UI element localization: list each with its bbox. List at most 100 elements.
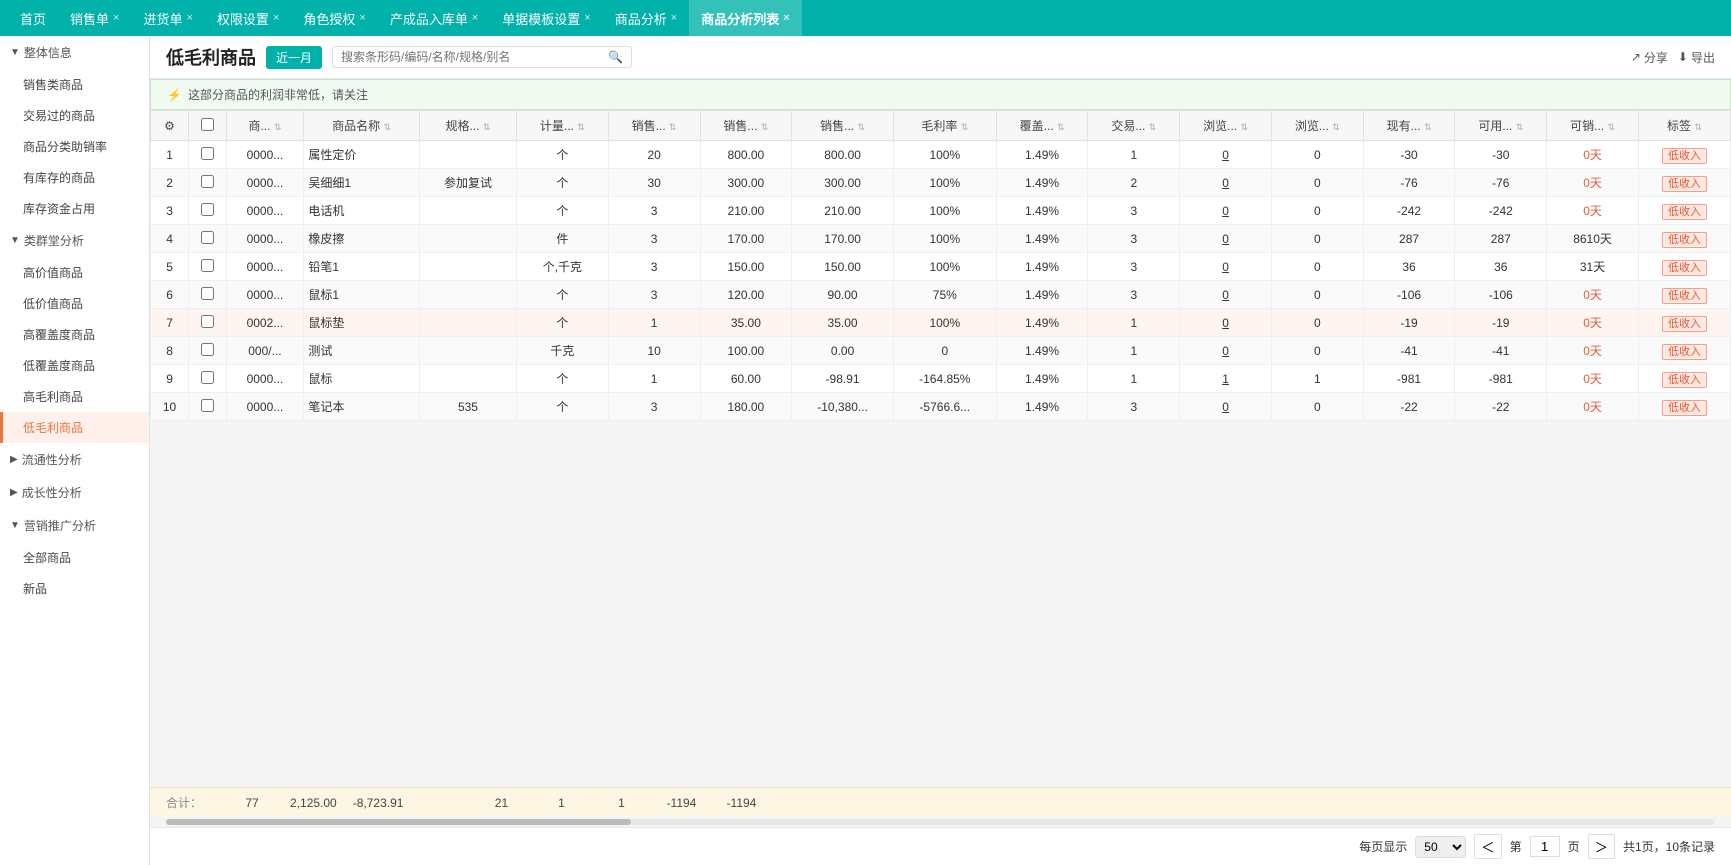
row-select-checkbox[interactable] bbox=[201, 371, 214, 384]
table-row[interactable]: 9 0000... 鼠标 个 1 60.00 -98.91 -164.85% 1… bbox=[151, 365, 1731, 393]
row-checkbox[interactable] bbox=[189, 169, 226, 197]
row-checkbox[interactable] bbox=[189, 281, 226, 309]
row-select-checkbox[interactable] bbox=[201, 315, 214, 328]
row-select-checkbox[interactable] bbox=[201, 259, 214, 272]
col-sales-price[interactable]: 销售... ⇅ bbox=[700, 111, 792, 141]
nav-permissions[interactable]: 权限设置 × bbox=[205, 0, 291, 36]
export-button[interactable]: ⬇ 导出 bbox=[1678, 49, 1715, 66]
col-tag[interactable]: 标签 ⇅ bbox=[1638, 111, 1730, 141]
nav-purchase[interactable]: 进货单 × bbox=[131, 0, 204, 36]
row-select-checkbox[interactable] bbox=[201, 343, 214, 356]
horizontal-scrollbar[interactable] bbox=[166, 819, 1715, 825]
table-row[interactable]: 10 0000... 笔记本 535 个 3 180.00 -10,380...… bbox=[151, 393, 1731, 421]
close-icon[interactable]: × bbox=[584, 12, 590, 24]
nav-product-analysis[interactable]: 商品分析 × bbox=[603, 0, 689, 36]
row-select-checkbox[interactable] bbox=[201, 231, 214, 244]
sidebar-item-all-goods[interactable]: 全部商品 bbox=[0, 542, 149, 573]
col-name[interactable]: 商品名称 ⇅ bbox=[304, 111, 420, 141]
nav-template[interactable]: 单据模板设置 × bbox=[490, 0, 602, 36]
close-icon[interactable]: × bbox=[113, 12, 119, 24]
select-all-checkbox[interactable] bbox=[201, 118, 214, 131]
nav-role-auth[interactable]: 角色授权 × bbox=[291, 0, 377, 36]
col-coverage[interactable]: 覆盖... ⇅ bbox=[996, 111, 1088, 141]
next-page-button[interactable]: ＞ bbox=[1588, 834, 1615, 859]
row-checkbox[interactable] bbox=[189, 253, 226, 281]
nav-product-analysis-list[interactable]: 商品分析列表 × bbox=[689, 0, 801, 36]
col-gross-rate[interactable]: 毛利率 ⇅ bbox=[893, 111, 996, 141]
row-browse1[interactable]: 0 bbox=[1180, 225, 1272, 253]
col-settings[interactable]: ⚙ bbox=[151, 111, 189, 141]
sidebar-item-sales-goods[interactable]: 销售类商品 bbox=[0, 69, 149, 100]
sidebar-item-high-value[interactable]: 高价值商品 bbox=[0, 257, 149, 288]
row-browse1[interactable]: 0 bbox=[1180, 253, 1272, 281]
col-saleable[interactable]: 可销... ⇅ bbox=[1547, 111, 1639, 141]
search-icon[interactable]: 🔍 bbox=[608, 50, 623, 64]
table-wrapper[interactable]: ⚙ 商... ⇅ 商品名称 ⇅ 规格... ⇅ 计量... ⇅ 销售... ⇅ … bbox=[150, 110, 1731, 787]
table-row[interactable]: 3 0000... 电话机 个 3 210.00 210.00 100% 1.4… bbox=[151, 197, 1731, 225]
row-browse1[interactable]: 0 bbox=[1180, 141, 1272, 169]
table-row[interactable]: 7 0002... 鼠标垫 个 1 35.00 35.00 100% 1.49%… bbox=[151, 309, 1731, 337]
col-trade[interactable]: 交易... ⇅ bbox=[1088, 111, 1180, 141]
search-input[interactable] bbox=[341, 50, 608, 64]
table-row[interactable]: 1 0000... 属性定价 个 20 800.00 800.00 100% 1… bbox=[151, 141, 1731, 169]
col-browse2[interactable]: 浏览... ⇅ bbox=[1271, 111, 1363, 141]
col-current-stock[interactable]: 现有... ⇅ bbox=[1363, 111, 1455, 141]
sidebar-item-low-coverage[interactable]: 低覆盖度商品 bbox=[0, 350, 149, 381]
col-sales-qty[interactable]: 销售... ⇅ bbox=[608, 111, 700, 141]
row-select-checkbox[interactable] bbox=[201, 203, 214, 216]
table-row[interactable]: 8 000/... 测试 千克 10 100.00 0.00 0 1.49% 1… bbox=[151, 337, 1731, 365]
col-unit[interactable]: 计量... ⇅ bbox=[517, 111, 609, 141]
close-icon[interactable]: × bbox=[186, 12, 192, 24]
row-browse1[interactable]: 1 bbox=[1180, 365, 1272, 393]
col-spec[interactable]: 规格... ⇅ bbox=[419, 111, 516, 141]
col-sales-amount[interactable]: 销售... ⇅ bbox=[792, 111, 894, 141]
table-row[interactable]: 5 0000... 铅笔1 个,千克 3 150.00 150.00 100% … bbox=[151, 253, 1731, 281]
row-select-checkbox[interactable] bbox=[201, 287, 214, 300]
row-browse1[interactable]: 0 bbox=[1180, 281, 1272, 309]
sidebar-group-cluster[interactable]: ▼ 类群堂分析 bbox=[0, 224, 149, 257]
sidebar-item-traded-goods[interactable]: 交易过的商品 bbox=[0, 100, 149, 131]
row-select-checkbox[interactable] bbox=[201, 399, 214, 412]
page-input[interactable] bbox=[1530, 836, 1560, 857]
col-code[interactable]: 商... ⇅ bbox=[226, 111, 304, 141]
close-icon[interactable]: × bbox=[359, 12, 365, 24]
sidebar-item-stock-capital[interactable]: 库存资金占用 bbox=[0, 193, 149, 224]
row-select-checkbox[interactable] bbox=[201, 175, 214, 188]
nav-home[interactable]: 首页 bbox=[8, 0, 58, 36]
prev-page-button[interactable]: ＜ bbox=[1474, 834, 1501, 859]
col-browse1[interactable]: 浏览... ⇅ bbox=[1180, 111, 1272, 141]
col-available[interactable]: 可用... ⇅ bbox=[1455, 111, 1547, 141]
row-browse1[interactable]: 0 bbox=[1180, 169, 1272, 197]
nav-sales[interactable]: 销售单 × bbox=[58, 0, 131, 36]
sidebar-item-in-stock[interactable]: 有库存的商品 bbox=[0, 162, 149, 193]
row-checkbox[interactable] bbox=[189, 337, 226, 365]
close-icon[interactable]: × bbox=[273, 12, 279, 24]
sidebar-item-low-margin[interactable]: 低毛利商品 bbox=[0, 412, 149, 443]
row-browse1[interactable]: 0 bbox=[1180, 197, 1272, 225]
row-select-checkbox[interactable] bbox=[201, 147, 214, 160]
table-row[interactable]: 6 0000... 鼠标1 个 3 120.00 90.00 75% 1.49%… bbox=[151, 281, 1731, 309]
close-icon[interactable]: × bbox=[472, 12, 478, 24]
table-row[interactable]: 2 0000... 吴细细1 参加复试 个 30 300.00 300.00 1… bbox=[151, 169, 1731, 197]
sidebar-item-new-goods[interactable]: 新品 bbox=[0, 573, 149, 604]
row-browse1[interactable]: 0 bbox=[1180, 337, 1272, 365]
filter-recent-month-button[interactable]: 近一月 bbox=[266, 46, 322, 69]
nav-product-entry[interactable]: 产成品入库单 × bbox=[378, 0, 490, 36]
table-row[interactable]: 4 0000... 橡皮擦 件 3 170.00 170.00 100% 1.4… bbox=[151, 225, 1731, 253]
sidebar-group-overall[interactable]: ▼ 整体信息 bbox=[0, 36, 149, 69]
sidebar-group-growth[interactable]: ▶ 成长性分析 bbox=[0, 476, 149, 509]
sidebar-item-high-margin[interactable]: 高毛利商品 bbox=[0, 381, 149, 412]
close-icon[interactable]: × bbox=[671, 12, 677, 24]
scrollbar-thumb[interactable] bbox=[166, 819, 631, 825]
row-browse1[interactable]: 0 bbox=[1180, 309, 1272, 337]
sidebar-item-category-rate[interactable]: 商品分类助销率 bbox=[0, 131, 149, 162]
row-checkbox[interactable] bbox=[189, 225, 226, 253]
sidebar-group-circulation[interactable]: ▶ 流通性分析 bbox=[0, 443, 149, 476]
row-checkbox[interactable] bbox=[189, 309, 226, 337]
share-button[interactable]: ↗ 分享 bbox=[1631, 49, 1668, 66]
row-browse1[interactable]: 0 bbox=[1180, 393, 1272, 421]
close-icon[interactable]: × bbox=[783, 12, 789, 24]
col-checkbox[interactable] bbox=[189, 111, 226, 141]
per-page-select[interactable]: 50 100 200 bbox=[1415, 836, 1466, 858]
row-checkbox[interactable] bbox=[189, 365, 226, 393]
